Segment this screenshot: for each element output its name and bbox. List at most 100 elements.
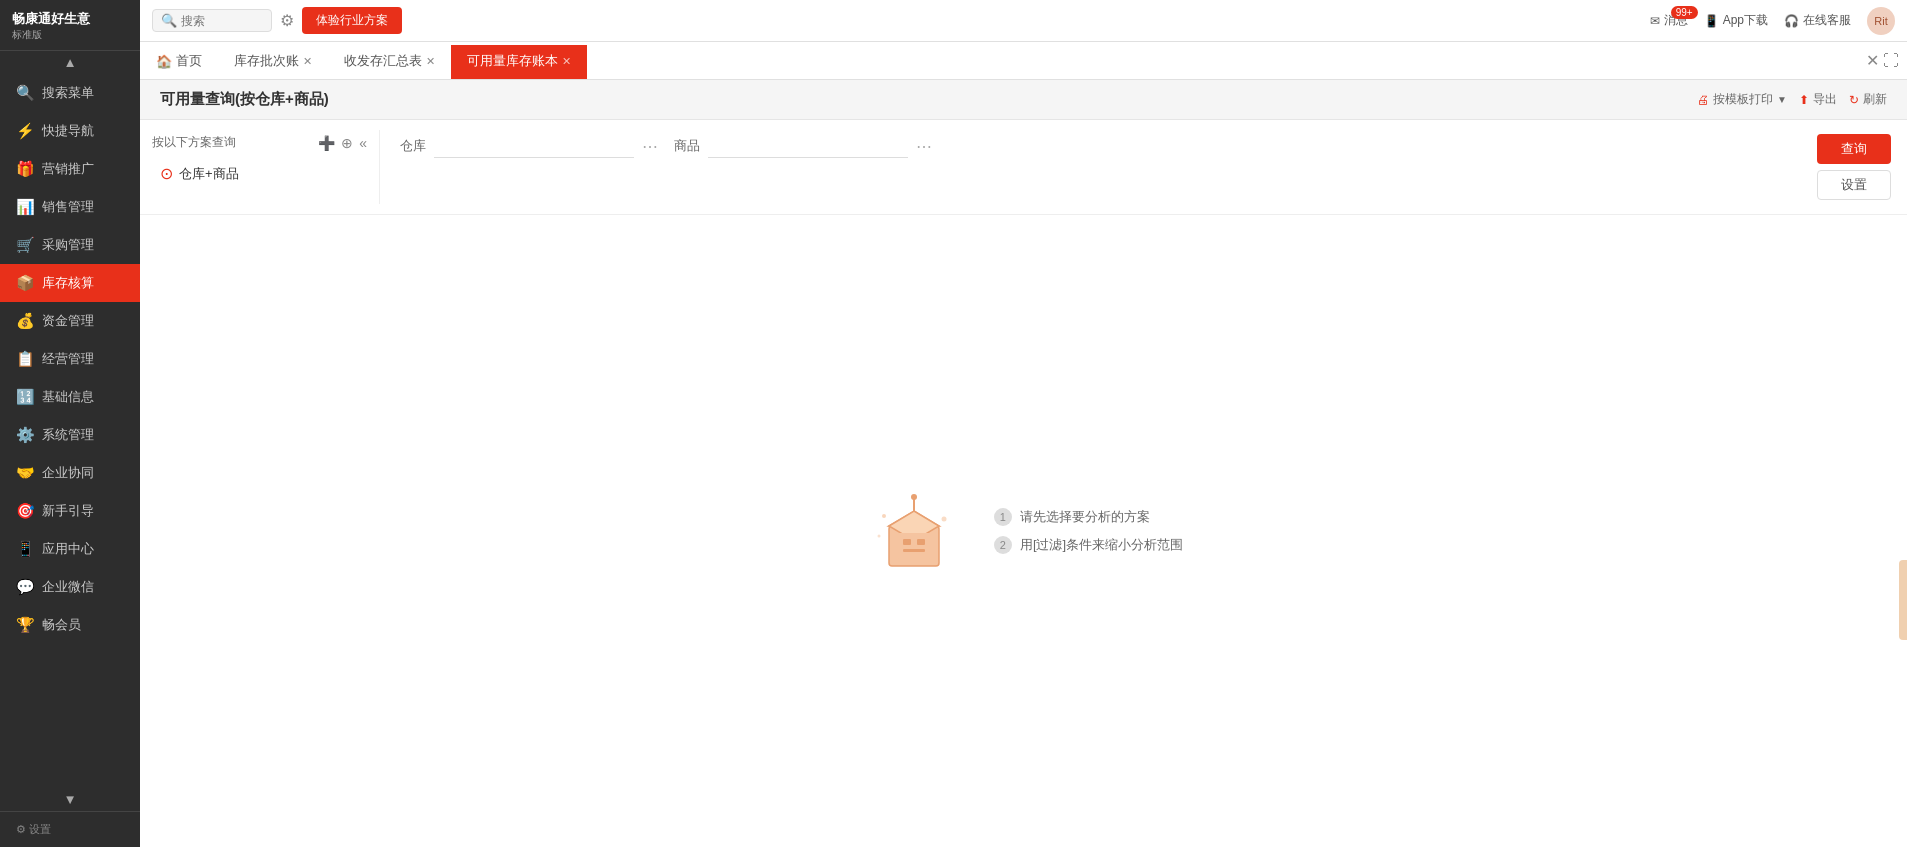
collapse-button[interactable]: « [359, 135, 367, 151]
tab-summary-close[interactable]: ✕ [426, 55, 435, 68]
empty-state: 1 请先选择要分析的方案 2 用[过滤]条件来缩小分析范围 [140, 215, 1907, 847]
filter-field-warehouse: 仓库 ⋯ [400, 134, 658, 158]
app-name: 畅康通好生意 [12, 10, 128, 28]
topbar: 🔍 ⚙ 体验行业方案 ✉ 消息 99+ 📱 App下载 🎧 在线客服 Rit [140, 0, 1907, 42]
tab-summary[interactable]: 收发存汇总表 ✕ [328, 45, 451, 79]
settings-button[interactable]: 设置 [1817, 170, 1891, 200]
sidebar-item-label: 新手引导 [42, 502, 94, 520]
page-header: 可用量查询(按仓库+商品) 🖨 按模板打印 ▼ ⬆ 导出 ↻ 刷新 [140, 80, 1907, 120]
sidebar-item-corp[interactable]: 🤝 企业协同 [0, 454, 140, 492]
marketing-icon: 🎁 [16, 160, 34, 178]
gear-icon[interactable]: ⚙ [280, 11, 294, 30]
sidebar-item-finance[interactable]: 💰资金管理 [0, 302, 140, 340]
search-icon: 🔍 [161, 13, 177, 28]
query-button[interactable]: 查询 [1817, 134, 1891, 164]
refresh-icon: ↻ [1849, 93, 1859, 107]
sidebar-item-purchase[interactable]: 🛒采购管理 [0, 226, 140, 264]
sidebar-item-newbie[interactable]: 🎯 新手引导 [0, 492, 140, 530]
sidebar-scroll-up[interactable]: ▲ [0, 51, 140, 74]
message-badge: 99+ [1671, 6, 1698, 19]
sidebar-item-shortcut[interactable]: ⚡快捷导航 [0, 112, 140, 150]
svg-rect-6 [903, 549, 925, 552]
refresh-button[interactable]: ↻ 刷新 [1849, 91, 1887, 108]
sidebar-header: 畅康通好生意 标准版 [0, 0, 140, 51]
message-button[interactable]: ✉ 消息 99+ [1650, 12, 1688, 29]
newbie-icon: 🎯 [16, 502, 34, 520]
svg-rect-3 [897, 533, 931, 559]
sidebar-footer: ⚙ 设置 [0, 811, 140, 847]
maximize-tab-button[interactable]: ⛶ [1883, 52, 1899, 70]
sidebar-item-operations[interactable]: 📋经营管理 [0, 340, 140, 378]
tab-batch[interactable]: 库存批次账 ✕ [218, 45, 328, 79]
sidebar-item-label: 经营管理 [42, 350, 94, 368]
industry-button[interactable]: 体验行业方案 [302, 7, 402, 34]
sidebar-item-label: 库存核算 [42, 274, 94, 292]
svg-point-9 [882, 514, 886, 518]
search-icon: 🔍 [16, 84, 34, 102]
warehouse-input[interactable] [434, 134, 634, 158]
filter-fields: 仓库 ⋯ 商品 ⋯ [380, 130, 1801, 204]
sidebar-item-label: 销售管理 [42, 198, 94, 216]
sidebar-item-appstore[interactable]: 📱应用中心 [0, 530, 140, 568]
tab-controls: ✕ ⛶ [1858, 42, 1907, 79]
filter-sidebar-title: 按以下方案查询 [152, 134, 236, 151]
svg-rect-4 [903, 539, 911, 545]
sidebar-item-vip[interactable]: 🏆 畅会员 [0, 606, 140, 644]
sidebar-item-inventory[interactable]: 📦 库存核算 [0, 264, 140, 302]
sales-icon: 📊 [16, 198, 34, 216]
tab-bar: 🏠 首页 库存批次账 ✕ 收发存汇总表 ✕ 可用量库存账本 ✕ ✕ ⛶ [140, 42, 1907, 80]
tab-batch-close[interactable]: ✕ [303, 55, 312, 68]
goods-label: 商品 [674, 137, 700, 155]
export-button[interactable]: ⬆ 导出 [1799, 91, 1837, 108]
sidebar-item-label: 快捷导航 [42, 122, 94, 140]
inventory-icon: 📦 [16, 274, 34, 292]
settings-scheme-button[interactable]: ⊕ [341, 135, 353, 151]
sidebar-item-marketing[interactable]: 🎁营销推广 [0, 150, 140, 188]
filter-actions: 查询 设置 [1801, 130, 1907, 204]
tab-home[interactable]: 🏠 首页 [140, 45, 218, 79]
home-icon: 🏠 [156, 54, 172, 69]
sidebar-item-basic[interactable]: 🔢基础信息 [0, 378, 140, 416]
filter-row-1: 仓库 ⋯ 商品 ⋯ [400, 134, 1781, 158]
print-icon: 🖨 [1697, 93, 1709, 107]
system-icon: ⚙️ [16, 426, 34, 444]
filter-option-warehouse-goods[interactable]: ⊙ 仓库+商品 [152, 159, 367, 188]
sidebar-item-wechat[interactable]: 💬企业微信 [0, 568, 140, 606]
svg-point-10 [941, 517, 946, 522]
sidebar-nav: 🔍搜索菜单⚡快捷导航🎁营销推广 📊 销售管理 🛒采购管理 📦 库存核算 💰资金管理📋经营管理… [0, 74, 140, 788]
sidebar-item-sales[interactable]: 📊 销售管理 [0, 188, 140, 226]
page-content: 可用量查询(按仓库+商品) 🖨 按模板打印 ▼ ⬆ 导出 ↻ 刷新 [140, 80, 1907, 847]
print-button[interactable]: 🖨 按模板打印 ▼ [1697, 91, 1787, 108]
right-scroll-indicator [1899, 560, 1907, 640]
add-scheme-button[interactable]: ➕ [318, 135, 335, 151]
vip-icon: 🏆 [16, 616, 34, 634]
sidebar-item-system[interactable]: ⚙️系统管理 [0, 416, 140, 454]
close-tab-button[interactable]: ✕ [1866, 51, 1879, 70]
filter-field-goods: 商品 ⋯ [674, 134, 932, 158]
topbar-search-box[interactable]: 🔍 [152, 9, 272, 32]
search-input[interactable] [181, 14, 261, 28]
sidebar-item-label: 企业微信 [42, 578, 94, 596]
empty-text-block: 1 请先选择要分析的方案 2 用[过滤]条件来缩小分析范围 [994, 508, 1183, 554]
online-service-link[interactable]: 🎧 在线客服 [1784, 12, 1851, 29]
filter-sidebar-icons: ➕ ⊕ « [318, 135, 367, 151]
filter-sidebar-header: 按以下方案查询 ➕ ⊕ « [152, 134, 367, 151]
sidebar-item-search[interactable]: 🔍搜索菜单 [0, 74, 140, 112]
tab-available-close[interactable]: ✕ [562, 55, 571, 68]
scheme-icon: ⊙ [160, 164, 173, 183]
sidebar-scroll-down[interactable]: ▼ [0, 788, 140, 811]
main-area: 🔍 ⚙ 体验行业方案 ✉ 消息 99+ 📱 App下载 🎧 在线客服 Rit [140, 0, 1907, 847]
tab-available[interactable]: 可用量库存账本 ✕ [451, 45, 587, 79]
svg-rect-5 [917, 539, 925, 545]
chevron-down-icon: ▼ [1777, 94, 1787, 105]
user-avatar[interactable]: Rit [1867, 7, 1895, 35]
sidebar-item-label: 畅会员 [42, 616, 81, 634]
corp-icon: 🤝 [16, 464, 34, 482]
page-title: 可用量查询(按仓库+商品) [160, 90, 329, 109]
goods-more-button[interactable]: ⋯ [916, 137, 932, 156]
warehouse-more-button[interactable]: ⋯ [642, 137, 658, 156]
empty-illustration [864, 481, 964, 581]
goods-input[interactable] [708, 134, 908, 158]
sidebar-item-label: 企业协同 [42, 464, 94, 482]
app-download-link[interactable]: 📱 App下载 [1704, 12, 1768, 29]
